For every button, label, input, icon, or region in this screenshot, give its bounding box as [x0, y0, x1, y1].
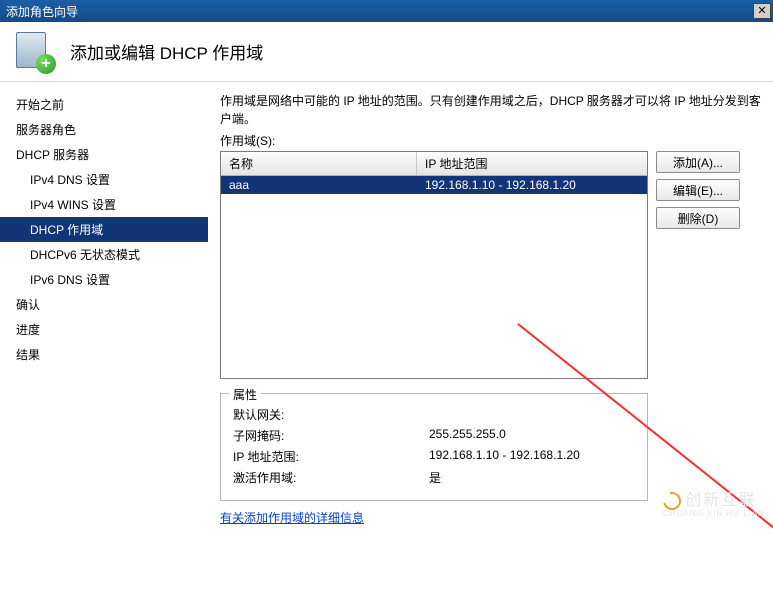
scope-description: 作用域是网络中可能的 IP 地址的范围。只有创建作用域之后，DHCP 服务器才可…	[220, 92, 763, 128]
close-button[interactable]: ✕	[753, 3, 771, 19]
help-link[interactable]: 有关添加作用域的详细信息	[220, 509, 364, 526]
list-cell-range: 192.168.1.10 - 192.168.1.20	[417, 176, 647, 194]
list-cell-name: aaa	[221, 176, 417, 194]
window-title: 添加角色向导	[6, 3, 78, 20]
main-panel: 作用域是网络中可能的 IP 地址的范围。只有创建作用域之后，DHCP 服务器才可…	[208, 82, 773, 525]
list-item[interactable]: aaa192.168.1.10 - 192.168.1.20	[221, 176, 647, 194]
sidebar-item[interactable]: 服务器角色	[16, 117, 208, 142]
prop-activate-value: 是	[429, 469, 635, 486]
column-name-header[interactable]: 名称	[221, 152, 417, 175]
prop-mask-value: 255.255.255.0	[429, 427, 635, 444]
page-title: 添加或编辑 DHCP 作用域	[70, 39, 263, 64]
sidebar-item[interactable]: DHCP 服务器	[16, 142, 208, 167]
prop-range-label: IP 地址范围:	[233, 448, 429, 465]
prop-mask-label: 子网掩码:	[233, 427, 429, 444]
properties-group: 属性 默认网关: 子网掩码: 255.255.255.0 IP 地址范围: 19…	[220, 393, 648, 501]
sidebar-item[interactable]: DHCPv6 无状态模式	[16, 242, 208, 267]
prop-gateway-value	[429, 406, 635, 423]
sidebar-item[interactable]: 开始之前	[16, 92, 208, 117]
server-add-icon: +	[12, 30, 56, 74]
wizard-header: + 添加或编辑 DHCP 作用域	[0, 22, 773, 82]
listview-body: aaa192.168.1.10 - 192.168.1.20	[221, 176, 647, 378]
properties-legend: 属性	[229, 386, 261, 403]
titlebar: 添加角色向导 ✕	[0, 0, 773, 22]
scope-list-label: 作用域(S):	[220, 132, 763, 149]
sidebar-item[interactable]: DHCP 作用域	[0, 217, 208, 242]
add-button[interactable]: 添加(A)...	[656, 151, 740, 173]
scope-listview[interactable]: 名称 IP 地址范围 aaa192.168.1.10 - 192.168.1.2…	[220, 151, 648, 379]
sidebar-item[interactable]: IPv6 DNS 设置	[16, 267, 208, 292]
sidebar-item[interactable]: 进度	[16, 317, 208, 342]
wizard-sidebar: 开始之前服务器角色DHCP 服务器IPv4 DNS 设置IPv4 WINS 设置…	[0, 82, 208, 525]
close-icon: ✕	[757, 6, 766, 17]
delete-button[interactable]: 删除(D)	[656, 207, 740, 229]
sidebar-item[interactable]: IPv4 DNS 设置	[16, 167, 208, 192]
button-column: 添加(A)... 编辑(E)... 删除(D)	[656, 151, 740, 229]
edit-button[interactable]: 编辑(E)...	[656, 179, 740, 201]
listview-header: 名称 IP 地址范围	[221, 152, 647, 176]
sidebar-item[interactable]: 结果	[16, 342, 208, 367]
prop-range-value: 192.168.1.10 - 192.168.1.20	[429, 448, 635, 465]
prop-activate-label: 激活作用域:	[233, 469, 429, 486]
sidebar-item[interactable]: IPv4 WINS 设置	[16, 192, 208, 217]
column-range-header[interactable]: IP 地址范围	[417, 152, 647, 175]
prop-gateway-label: 默认网关:	[233, 406, 429, 423]
sidebar-item[interactable]: 确认	[16, 292, 208, 317]
